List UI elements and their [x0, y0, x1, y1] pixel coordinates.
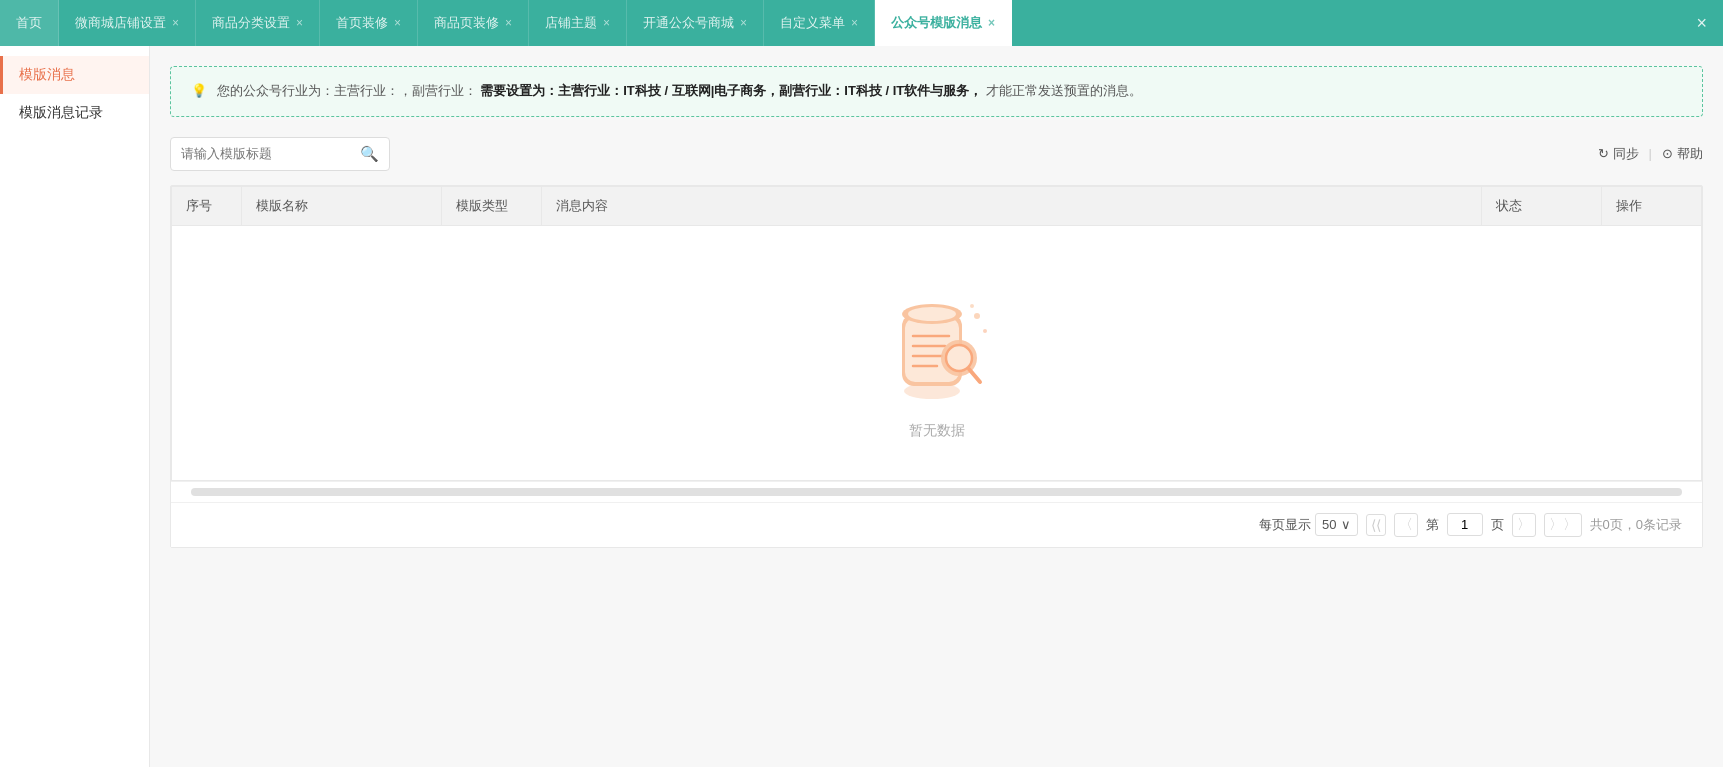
col-content: 消息内容 [542, 186, 1482, 225]
tab-open-mall-close[interactable]: × [740, 16, 747, 30]
col-type: 模版类型 [442, 186, 542, 225]
search-icon[interactable]: 🔍 [360, 145, 379, 163]
lightbulb-icon: 💡 [191, 83, 207, 98]
tab-shop-theme-label: 店铺主题 [545, 14, 597, 32]
tab-template-msg-label: 公众号模版消息 [891, 14, 982, 32]
toolbar-right: ↻ 同步 | ⊙ 帮助 [1598, 145, 1703, 163]
tab-homepage-deco-label: 首页装修 [336, 14, 388, 32]
help-icon: ⊙ [1662, 146, 1673, 161]
empty-illustration [877, 286, 997, 406]
tab-home[interactable]: 首页 [0, 0, 59, 46]
tab-weishop-close[interactable]: × [172, 16, 179, 30]
sidebar-item-template-msg-log[interactable]: 模版消息记录 [0, 94, 149, 132]
tab-custom-menu[interactable]: 自定义菜单 × [764, 0, 875, 46]
last-page-button[interactable]: 〉〉 [1544, 513, 1582, 537]
svg-point-12 [974, 313, 980, 319]
scrollbar-row[interactable] [171, 481, 1702, 502]
col-status: 状态 [1482, 186, 1602, 225]
table-header-row: 序号 模版名称 模版类型 消息内容 状态 操作 [172, 186, 1702, 225]
empty-state-row: 暂无数据 [172, 225, 1702, 480]
col-action: 操作 [1602, 186, 1702, 225]
tab-product-deco-close[interactable]: × [505, 16, 512, 30]
tab-template-msg-close[interactable]: × [988, 16, 995, 30]
notice-highlight: 需要设置为：主营行业：IT科技 / 互联网|电子商务，副营行业：IT科技 / I… [480, 83, 982, 98]
tab-homepage-deco-close[interactable]: × [394, 16, 401, 30]
col-name: 模版名称 [242, 186, 442, 225]
per-page-value: 50 [1322, 517, 1336, 532]
notice-suffix: 才能正常发送预置的消息。 [986, 83, 1142, 98]
svg-line-11 [969, 369, 980, 382]
tab-category-close[interactable]: × [296, 16, 303, 30]
svg-point-10 [946, 345, 972, 371]
svg-point-4 [908, 307, 956, 321]
sync-icon: ↻ [1598, 146, 1609, 161]
prev-page-button[interactable]: 〈 [1394, 513, 1418, 537]
empty-state: 暂无数据 [172, 226, 1701, 480]
page-label-post: 页 [1491, 516, 1504, 534]
tab-product-deco-label: 商品页装修 [434, 14, 499, 32]
empty-text: 暂无数据 [909, 422, 965, 440]
tab-shop-theme[interactable]: 店铺主题 × [529, 0, 627, 46]
tab-shop-theme-close[interactable]: × [603, 16, 610, 30]
notice-banner: 💡 您的公众号行业为：主营行业：，副营行业： 需要设置为：主营行业：IT科技 /… [170, 66, 1703, 117]
tab-custom-menu-close[interactable]: × [851, 16, 858, 30]
toolbar-divider: | [1649, 146, 1652, 161]
sidebar-item-template-msg-log-label: 模版消息记录 [19, 104, 103, 120]
per-page-label: 每页显示 [1259, 516, 1311, 534]
tab-homepage-deco[interactable]: 首页装修 × [320, 0, 418, 46]
total-info: 共0页，0条记录 [1590, 516, 1682, 534]
help-button[interactable]: ⊙ 帮助 [1662, 145, 1703, 163]
data-table: 序号 模版名称 模版类型 消息内容 状态 操作 [171, 186, 1702, 481]
search-bar: 🔍 ↻ 同步 | ⊙ 帮助 [170, 137, 1703, 171]
search-input[interactable] [181, 146, 360, 161]
content-area: 💡 您的公众号行业为：主营行业：，副营行业： 需要设置为：主营行业：IT科技 /… [150, 46, 1723, 767]
notice-prefix: 您的公众号行业为：主营行业：，副营行业： [217, 83, 477, 98]
sidebar-item-template-msg-label: 模版消息 [19, 66, 75, 82]
sync-label: 同步 [1613, 145, 1639, 163]
tab-custom-menu-label: 自定义菜单 [780, 14, 845, 32]
page-number-input[interactable] [1447, 513, 1483, 536]
first-page-button[interactable]: ⟨⟨ [1366, 514, 1386, 536]
sidebar: 模版消息 模版消息记录 [0, 46, 150, 767]
pagination-bar: 每页显示 50 ∨ ⟨⟨ 〈 第 页 〉 〉〉 共0页，0条记录 [171, 502, 1702, 547]
per-page-chevron-icon: ∨ [1341, 517, 1351, 532]
tab-category[interactable]: 商品分类设置 × [196, 0, 320, 46]
tab-template-msg[interactable]: 公众号模版消息 × [875, 0, 1012, 46]
tab-bar: 首页 微商城店铺设置 × 商品分类设置 × 首页装修 × 商品页装修 × 店铺主… [0, 0, 1723, 46]
col-index: 序号 [172, 186, 242, 225]
tab-product-deco[interactable]: 商品页装修 × [418, 0, 529, 46]
tab-home-label: 首页 [16, 14, 42, 32]
sidebar-item-template-msg[interactable]: 模版消息 [0, 56, 149, 94]
per-page-dropdown[interactable]: 50 ∨ [1315, 513, 1357, 536]
page-label-pre: 第 [1426, 516, 1439, 534]
svg-point-14 [970, 304, 974, 308]
tab-open-mall[interactable]: 开通公众号商城 × [627, 0, 764, 46]
tab-weishop-label: 微商城店铺设置 [75, 14, 166, 32]
tab-open-mall-label: 开通公众号商城 [643, 14, 734, 32]
search-input-wrap[interactable]: 🔍 [170, 137, 390, 171]
main-layout: 模版消息 模版消息记录 💡 您的公众号行业为：主营行业：，副营行业： 需要设置为… [0, 46, 1723, 767]
tab-category-label: 商品分类设置 [212, 14, 290, 32]
next-page-button[interactable]: 〉 [1512, 513, 1536, 537]
sync-button[interactable]: ↻ 同步 [1598, 145, 1639, 163]
tab-weishop[interactable]: 微商城店铺设置 × [59, 0, 196, 46]
per-page-select: 每页显示 50 ∨ [1259, 513, 1357, 536]
svg-point-13 [983, 329, 987, 333]
window-close-button[interactable]: × [1680, 13, 1723, 34]
horizontal-scrollbar[interactable] [191, 488, 1682, 496]
help-label: 帮助 [1677, 145, 1703, 163]
table-wrapper: 序号 模版名称 模版类型 消息内容 状态 操作 [170, 185, 1703, 548]
